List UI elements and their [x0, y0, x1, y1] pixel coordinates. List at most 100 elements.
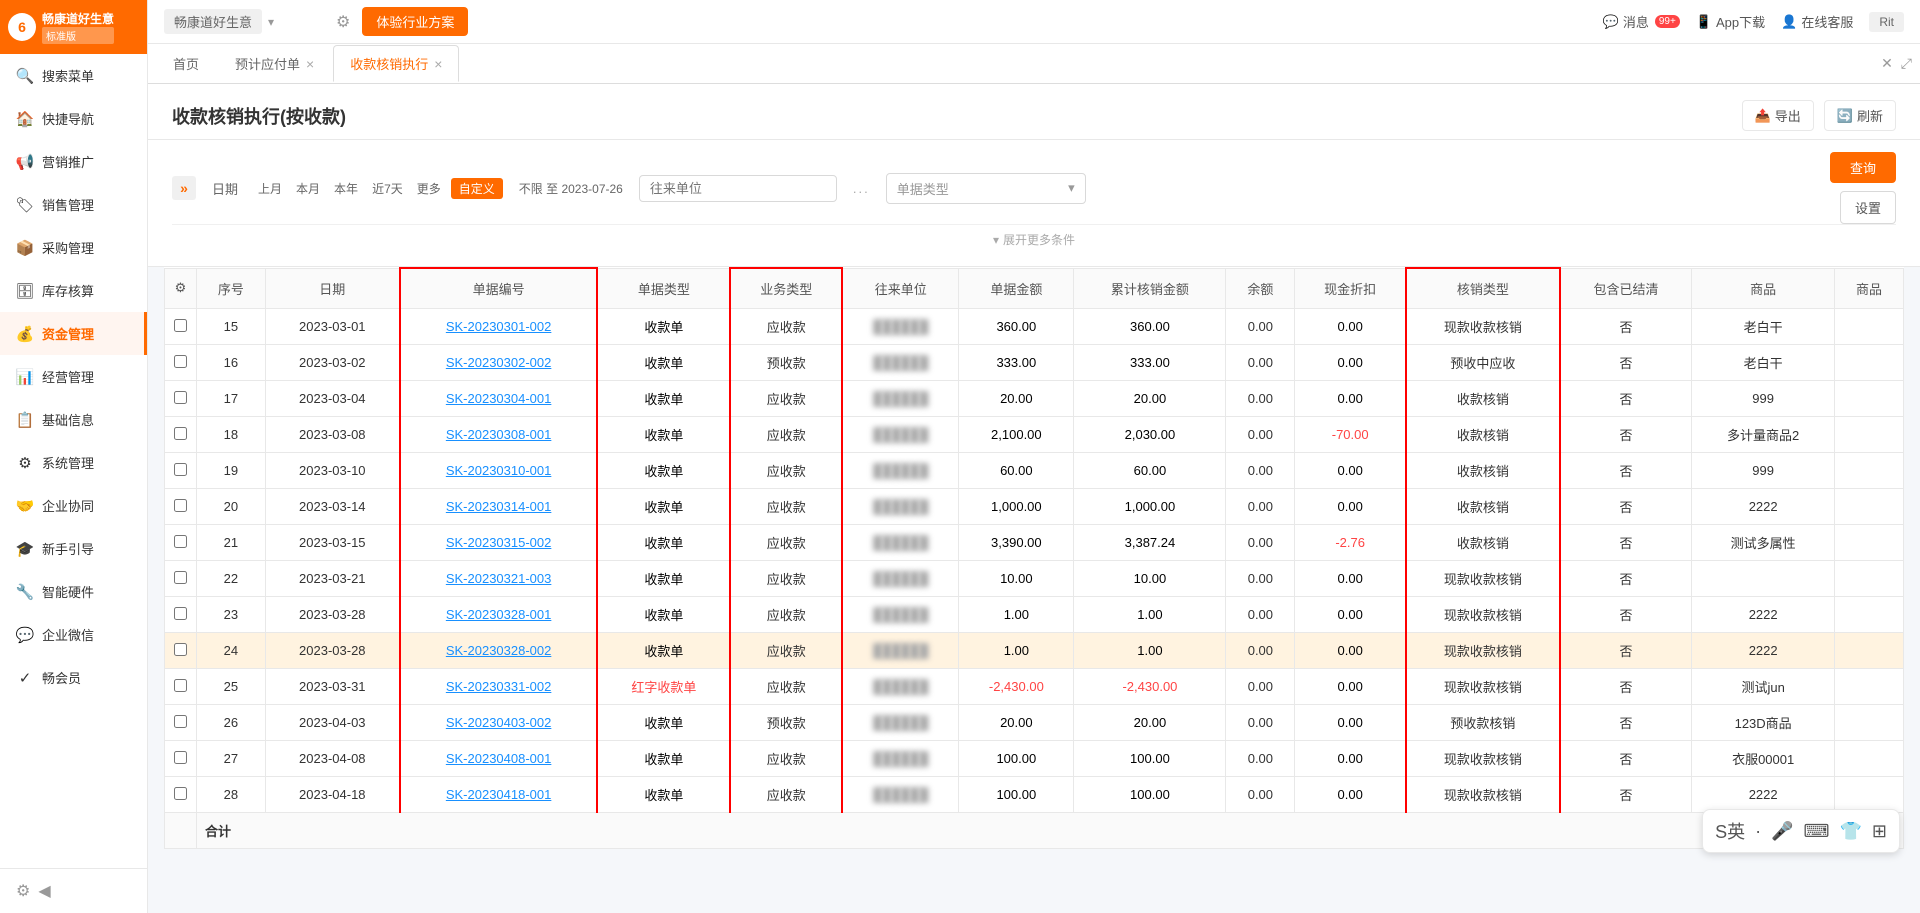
cell-goods: 999: [1692, 381, 1835, 417]
cell-bill-no[interactable]: SK-20230308-001: [400, 417, 598, 453]
sidebar-item-finance[interactable]: 💰 资金管理: [0, 312, 147, 355]
cell-checkbox[interactable]: [165, 453, 197, 489]
cell-bill-no[interactable]: SK-20230315-002: [400, 525, 598, 561]
tab-home[interactable]: 首页: [156, 45, 216, 82]
shirt-icon[interactable]: 👕: [1839, 821, 1861, 842]
cell-bill-no[interactable]: SK-20230331-002: [400, 669, 598, 705]
cell-bill-no[interactable]: SK-20230321-003: [400, 561, 598, 597]
user-name[interactable]: Rit: [1869, 12, 1904, 32]
cell-checkbox[interactable]: [165, 633, 197, 669]
bill-type-select[interactable]: 单据类型 ▾: [886, 173, 1086, 204]
sidebar-item-member[interactable]: ✓ 畅会员: [0, 656, 147, 699]
sidebar-item-operation[interactable]: 📊 经营管理: [0, 355, 147, 398]
support-button[interactable]: 👤 在线客服: [1781, 12, 1853, 31]
date-last-month[interactable]: 上月: [254, 178, 286, 199]
settings-icon[interactable]: ⚙: [16, 881, 30, 901]
sidebar-item-wechat[interactable]: 💬 企业微信: [0, 613, 147, 656]
cell-balance: 0.00: [1226, 597, 1295, 633]
sidebar-item-hardware[interactable]: 🔧 智能硬件: [0, 570, 147, 613]
cell-partner: ██████: [842, 489, 958, 525]
sidebar-item-purchase[interactable]: 📦 采购管理: [0, 226, 147, 269]
brand-text: 畅康道好生意: [164, 9, 262, 34]
cell-biz-type: 应收款: [730, 561, 842, 597]
date-custom-button[interactable]: 自定义: [451, 178, 503, 199]
sidebar-item-inventory[interactable]: 🗄 库存核算: [0, 269, 147, 312]
mic-icon[interactable]: 🎤: [1771, 821, 1793, 842]
cell-checkbox[interactable]: [165, 777, 197, 813]
sidebar-item-guide[interactable]: 🎓 新手引导: [0, 527, 147, 570]
data-table: ⚙ 序号 日期 单据编号 单据类型 业务类型 往来单位 单据金额 累计核销金额 …: [164, 267, 1904, 849]
cell-bill-no[interactable]: SK-20230328-002: [400, 633, 598, 669]
sidebar-item-basic[interactable]: 📋 基础信息: [0, 398, 147, 441]
tab-close-pending[interactable]: ×: [306, 56, 314, 72]
tab-collection[interactable]: 收款核销执行 ×: [333, 45, 459, 82]
cell-bill-no[interactable]: SK-20230304-001: [400, 381, 598, 417]
date-more[interactable]: 更多: [413, 178, 445, 199]
cell-checkbox[interactable]: [165, 309, 197, 345]
s-english-icon[interactable]: S英: [1715, 818, 1745, 844]
chevron-down-icon[interactable]: ▾: [268, 15, 274, 29]
cell-checkbox[interactable]: [165, 417, 197, 453]
cell-checkbox[interactable]: [165, 525, 197, 561]
message-button[interactable]: 💬 消息 99+: [1603, 12, 1680, 31]
close-window-icon[interactable]: ✕: [1881, 55, 1893, 72]
sidebar-item-sales[interactable]: 🏷 销售管理: [0, 183, 147, 226]
cell-bill-no[interactable]: SK-20230418-001: [400, 777, 598, 813]
dot-icon[interactable]: ·: [1755, 821, 1761, 842]
expand-more-button[interactable]: ▾ 展开更多条件: [993, 231, 1075, 248]
partner-input[interactable]: [639, 175, 837, 202]
cell-bill-no[interactable]: SK-20230408-001: [400, 741, 598, 777]
message-icon: 💬: [1603, 14, 1619, 30]
collapse-icon[interactable]: ◀: [38, 881, 50, 901]
gear-icon[interactable]: ⚙: [336, 12, 350, 32]
cell-bill-no[interactable]: SK-20230301-002: [400, 309, 598, 345]
cell-writeoff-type: 收款核销: [1406, 417, 1560, 453]
cell-date: 2023-04-03: [265, 705, 399, 741]
solution-button[interactable]: 体验行业方案: [362, 7, 468, 36]
cell-cash-discount: 0.00: [1295, 777, 1406, 813]
keyboard-icon[interactable]: ⌨: [1804, 821, 1830, 842]
sidebar-item-system[interactable]: ⚙ 系统管理: [0, 441, 147, 484]
cell-checkbox[interactable]: [165, 489, 197, 525]
sidebar-item-quick[interactable]: 🏠 快捷导航: [0, 97, 147, 140]
cell-biz-type: 应收款: [730, 777, 842, 813]
sidebar-item-search[interactable]: 🔍 搜索菜单: [0, 54, 147, 97]
cell-bill-no[interactable]: SK-20230314-001: [400, 489, 598, 525]
sidebar-item-enterprise[interactable]: 🤝 企业协同: [0, 484, 147, 527]
sidebar-item-marketing[interactable]: 📢 营销推广: [0, 140, 147, 183]
cell-bill-type: 收款单: [597, 777, 730, 813]
date-7days[interactable]: 近7天: [368, 178, 407, 199]
cell-checkbox[interactable]: [165, 381, 197, 417]
cell-bill-type: 收款单: [597, 417, 730, 453]
filter-setting-button[interactable]: 设置: [1840, 191, 1896, 224]
cell-bill-no[interactable]: SK-20230302-002: [400, 345, 598, 381]
table-area[interactable]: ⚙ 序号 日期 单据编号 单据类型 业务类型 往来单位 单据金额 累计核销金额 …: [148, 267, 1920, 913]
cell-checkbox[interactable]: [165, 597, 197, 633]
cell-checkbox[interactable]: [165, 345, 197, 381]
app-download-button[interactable]: 📱 App下载: [1696, 12, 1765, 31]
export-button[interactable]: 📤 导出: [1742, 100, 1814, 131]
support-icon: 👤: [1781, 14, 1797, 30]
query-button[interactable]: 查询: [1830, 152, 1896, 183]
tab-close-collection[interactable]: ×: [434, 56, 442, 72]
date-this-year[interactable]: 本年: [330, 178, 362, 199]
date-this-month[interactable]: 本月: [292, 178, 324, 199]
cell-checkbox[interactable]: [165, 669, 197, 705]
cell-biz-type: 应收款: [730, 525, 842, 561]
cell-bill-no[interactable]: SK-20230310-001: [400, 453, 598, 489]
col-header-gear[interactable]: ⚙: [165, 268, 197, 309]
tab-pending[interactable]: 预计应付单 ×: [218, 45, 331, 82]
grid-icon[interactable]: ⊞: [1872, 821, 1887, 842]
cell-checkbox[interactable]: [165, 705, 197, 741]
cell-bill-no[interactable]: SK-20230328-001: [400, 597, 598, 633]
cell-total-writeoff: 100.00: [1074, 777, 1226, 813]
cell-checkbox[interactable]: [165, 561, 197, 597]
refresh-button[interactable]: 🔄 刷新: [1824, 100, 1896, 131]
filter-expand-button[interactable]: »: [172, 176, 196, 200]
maximize-icon[interactable]: ⤢: [1901, 55, 1912, 72]
export-icon: 📤: [1755, 108, 1771, 124]
cell-total-writeoff: 1.00: [1074, 597, 1226, 633]
cell-checkbox[interactable]: [165, 741, 197, 777]
cell-goods: 2222: [1692, 597, 1835, 633]
cell-bill-no[interactable]: SK-20230403-002: [400, 705, 598, 741]
